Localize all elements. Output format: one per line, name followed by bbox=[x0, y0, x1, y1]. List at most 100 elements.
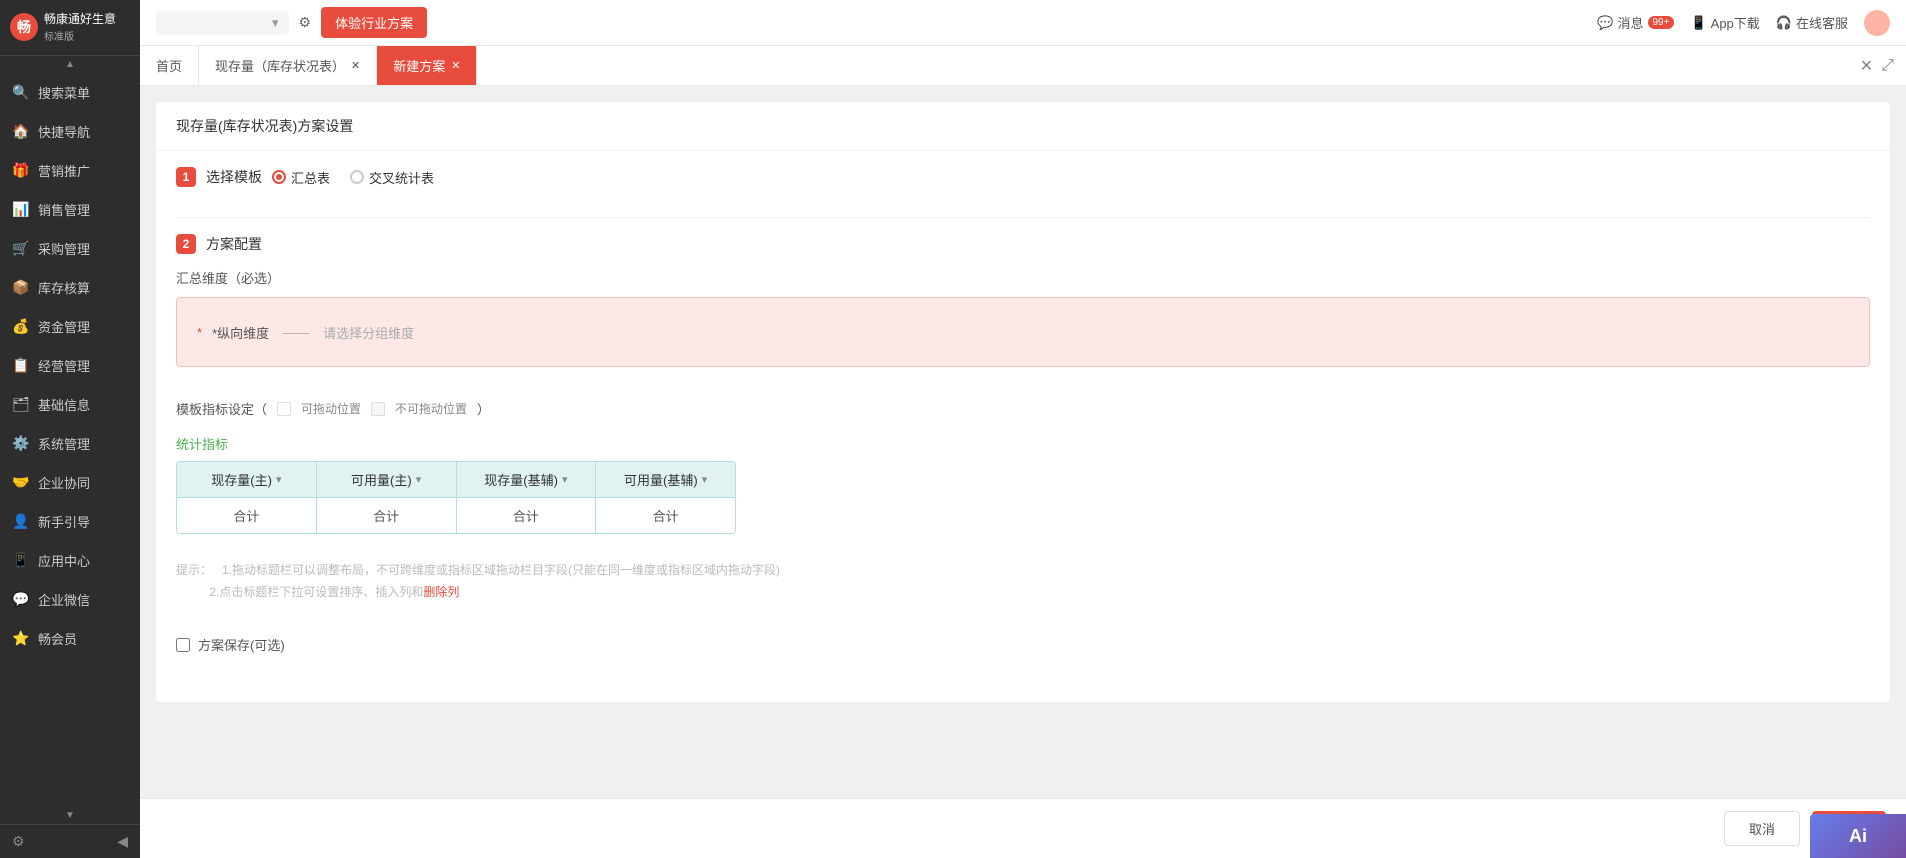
tab-close-icon[interactable]: ✕ bbox=[1860, 56, 1873, 76]
section2-label: 方案配置 bbox=[206, 234, 262, 254]
topbar-search-area[interactable]: ▾ bbox=[156, 11, 289, 35]
collapse-icon[interactable]: ◀ bbox=[117, 833, 128, 850]
topbar-dropdown-icon[interactable]: ▾ bbox=[272, 15, 279, 31]
chevron-down-icon-1[interactable]: ▾ bbox=[416, 473, 422, 486]
sidebar-item-wechat[interactable]: 💬 企业微信 bbox=[0, 580, 140, 619]
sidebar-nav: 🏠 快捷导航 🎁 营销推广 📊 销售管理 🛒 采购管理 📦 库存核算 💰 资金管… bbox=[0, 112, 140, 807]
sidebar-scroll-up[interactable]: ▲ bbox=[0, 56, 140, 73]
sidebar-item-label: 资金管理 bbox=[38, 317, 90, 336]
radio-summary[interactable]: 汇总表 bbox=[272, 168, 330, 187]
template-radio-group: 汇总表 交叉统计表 bbox=[272, 168, 434, 187]
chevron-down-icon-0[interactable]: ▾ bbox=[276, 473, 282, 486]
stats-col-1[interactable]: 可用量(主) ▾ bbox=[317, 462, 457, 497]
stats-col-3[interactable]: 可用量(基辅) ▾ bbox=[596, 462, 735, 497]
sidebar-item-newbie[interactable]: 👤 新手引导 bbox=[0, 502, 140, 541]
user-menu[interactable] bbox=[1864, 10, 1890, 36]
sidebar-logo: 畅 畅康通好生意 标准版 bbox=[0, 0, 140, 56]
tab-expand-icon[interactable]: ⤢ bbox=[1881, 57, 1894, 75]
sidebar-item-marketing[interactable]: 🎁 营销推广 bbox=[0, 151, 140, 190]
bottom-bar: 取消 查询 bbox=[140, 798, 1906, 858]
tab-new-plan[interactable]: 新建方案 ✕ bbox=[377, 46, 477, 85]
section1-label: 选择模板 bbox=[206, 167, 262, 187]
stats-col-0[interactable]: 现存量(主) ▾ bbox=[177, 462, 317, 497]
topbar-search-input[interactable] bbox=[166, 16, 266, 30]
sidebar-scroll-down[interactable]: ▼ bbox=[0, 807, 140, 824]
dimension-box[interactable]: * *纵向维度 —— 请选择分组维度 bbox=[176, 297, 1870, 367]
download-icon: 📱 bbox=[1690, 15, 1706, 31]
section2-header: 2 方案配置 bbox=[176, 234, 1870, 254]
radio-cross[interactable]: 交叉统计表 bbox=[350, 168, 434, 187]
save-checkbox[interactable] bbox=[176, 638, 190, 652]
folder-icon: 🗂 bbox=[12, 396, 30, 413]
online-service-button[interactable]: 🎧 在线客服 bbox=[1776, 13, 1848, 32]
person-icon: 👤 bbox=[12, 513, 30, 530]
dimension-required-star: * bbox=[197, 325, 202, 340]
topbar-settings-icon[interactable]: ⚙ bbox=[299, 14, 312, 31]
stats-cell-2: 合计 bbox=[457, 498, 597, 533]
ai-badge[interactable]: Ai bbox=[1810, 814, 1906, 858]
sidebar-item-shortcut[interactable]: 🏠 快捷导航 bbox=[0, 112, 140, 151]
sidebar-search[interactable]: 🔍 搜索菜单 bbox=[0, 73, 140, 112]
sidebar-item-label: 基础信息 bbox=[38, 395, 90, 414]
app-download-button[interactable]: 📱 App下载 bbox=[1690, 13, 1759, 32]
sidebar-item-finance[interactable]: 💰 资金管理 bbox=[0, 307, 140, 346]
vertical-dimension-label: *纵向维度 bbox=[212, 323, 269, 342]
panel-title: 现存量(库存状况表)方案设置 bbox=[156, 102, 1890, 151]
content-area: 现存量(库存状况表)方案设置 1 选择模板 汇总表 交叉统计表 bbox=[140, 86, 1906, 798]
sidebar-item-label: 经营管理 bbox=[38, 356, 90, 375]
app-download-label: App下载 bbox=[1711, 13, 1760, 32]
message-button[interactable]: 💬 消息 99+ bbox=[1597, 13, 1674, 32]
sidebar-item-contract[interactable]: 🤝 企业协同 bbox=[0, 463, 140, 502]
message-badge: 99+ bbox=[1648, 16, 1675, 29]
chart-icon: 📊 bbox=[12, 201, 30, 218]
chevron-down-icon-2[interactable]: ▾ bbox=[562, 473, 568, 486]
section-template: 1 选择模板 汇总表 交叉统计表 bbox=[156, 151, 1890, 217]
tips-line2: 2.点击标题栏下拉可设置排序、插入列和删除列 bbox=[176, 582, 1870, 604]
non-draggable-label: 不可拖动位置 bbox=[395, 400, 467, 417]
tab-inventory-close-icon[interactable]: ✕ bbox=[351, 59, 360, 72]
sidebar-item-operation[interactable]: 📋 经营管理 bbox=[0, 346, 140, 385]
gear-icon: ⚙️ bbox=[12, 435, 30, 452]
app-name: 畅康通好生意 bbox=[44, 12, 116, 28]
save-section: 方案保存(可选) bbox=[156, 619, 1890, 670]
tab-new-plan-label: 新建方案 bbox=[393, 56, 445, 75]
non-draggable-tag bbox=[371, 402, 385, 416]
radio-summary-label: 汇总表 bbox=[291, 168, 330, 187]
sidebar-item-member[interactable]: ⭐ 畅会员 bbox=[0, 619, 140, 658]
dimension-label: 汇总维度（必选） bbox=[176, 268, 1870, 287]
phone-icon: 📱 bbox=[12, 552, 30, 569]
trial-button[interactable]: 体验行业方案 bbox=[321, 7, 427, 38]
tab-home[interactable]: 首页 bbox=[140, 46, 199, 85]
tab-new-plan-close-icon[interactable]: ✕ bbox=[451, 59, 460, 72]
stats-col-2[interactable]: 现存量(基辅) ▾ bbox=[457, 462, 597, 497]
tab-inventory-status[interactable]: 现存量（库存状况表） ✕ bbox=[199, 46, 377, 85]
stats-data-row: 合计 合计 合计 合计 bbox=[177, 497, 735, 533]
topbar-right: 💬 消息 99+ 📱 App下载 🎧 在线客服 bbox=[1597, 10, 1890, 36]
save-label: 方案保存(可选) bbox=[198, 635, 285, 654]
chevron-down-icon-3[interactable]: ▾ bbox=[702, 473, 708, 486]
draggable-tag bbox=[277, 402, 291, 416]
sidebar-item-appstore[interactable]: 📱 应用中心 bbox=[0, 541, 140, 580]
app-logo-icon: 畅 bbox=[10, 13, 38, 41]
section2-num: 2 bbox=[176, 234, 196, 254]
stats-cell-0: 合计 bbox=[177, 498, 317, 533]
sidebar-item-sales[interactable]: 📊 销售管理 bbox=[0, 190, 140, 229]
main-area: ▾ ⚙ 体验行业方案 💬 消息 99+ 📱 App下载 🎧 在线客服 bbox=[140, 0, 1906, 858]
settings-icon[interactable]: ⚙ bbox=[12, 833, 25, 850]
search-icon: 🔍 bbox=[12, 84, 30, 101]
close-paren-text: ） bbox=[477, 399, 490, 418]
sidebar-item-system[interactable]: ⚙️ 系统管理 bbox=[0, 424, 140, 463]
indicator-setting: 模板指标设定（ 可拖动位置 不可拖动位置 ） bbox=[156, 383, 1890, 434]
settings-panel: 现存量(库存状况表)方案设置 1 选择模板 汇总表 交叉统计表 bbox=[156, 102, 1890, 702]
dimension-dash: —— bbox=[283, 325, 309, 340]
sidebar: 畅 畅康通好生意 标准版 ▲ 🔍 搜索菜单 🏠 快捷导航 🎁 营销推广 📊 销售… bbox=[0, 0, 140, 858]
radio-cross-dot bbox=[350, 170, 364, 184]
cancel-button[interactable]: 取消 bbox=[1724, 811, 1800, 846]
sidebar-item-inventory[interactable]: 📦 库存核算 bbox=[0, 268, 140, 307]
stats-label: 统计指标 bbox=[176, 434, 1870, 453]
gift-icon: 🎁 bbox=[12, 162, 30, 179]
sidebar-item-purchase[interactable]: 🛒 采购管理 bbox=[0, 229, 140, 268]
sidebar-item-base[interactable]: 🗂 基础信息 bbox=[0, 385, 140, 424]
sidebar-item-label: 采购管理 bbox=[38, 239, 90, 258]
service-icon: 🎧 bbox=[1776, 15, 1792, 31]
